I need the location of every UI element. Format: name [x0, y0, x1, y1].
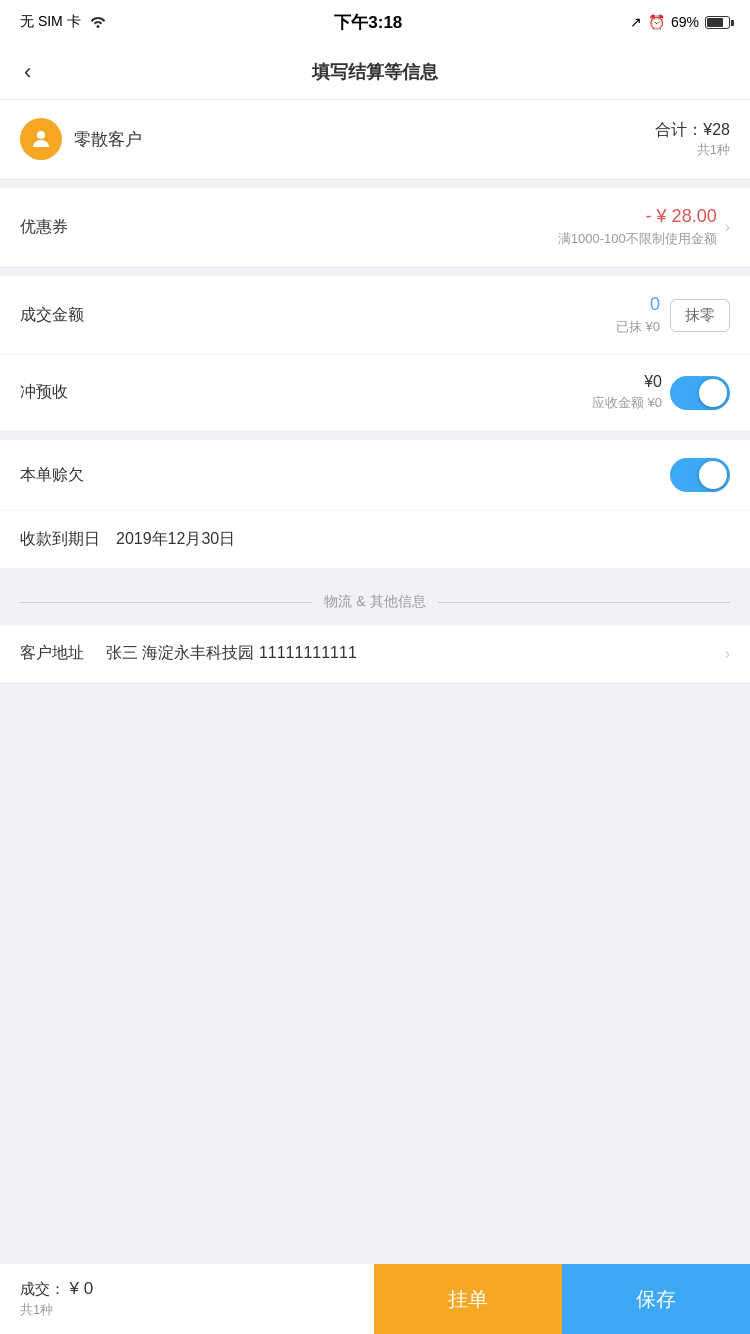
customer-name: 零散客户 [74, 128, 142, 151]
customer-section: 零散客户 合计：¥28 共1种 [0, 100, 750, 178]
prepaid-values: ¥0 应收金额 ¥0 [592, 373, 662, 412]
hang-button[interactable]: 挂单 [374, 1264, 562, 1334]
coupon-chevron-icon: › [725, 218, 730, 236]
wifi-icon [89, 14, 107, 31]
debt-section: 本单赊欠 收款到期日 2019年12月30日 [0, 440, 750, 569]
customer-left: 零散客户 [20, 118, 142, 160]
transaction-right: 0 已抹 ¥0 [616, 294, 660, 336]
status-right: ↗ ⏰ 69% [630, 14, 730, 30]
status-bar: 无 SIM 卡 下午3:18 ↗ ⏰ 69% [0, 0, 750, 44]
nav-bar: ‹ 填写结算等信息 [0, 44, 750, 100]
logistics-divider: 物流 & 其他信息 [0, 579, 750, 625]
back-button[interactable]: ‹ [16, 51, 39, 93]
prepaid-row: 冲预收 ¥0 应收金额 ¥0 [0, 355, 750, 430]
coupon-discount: - ¥ 28.00 [558, 206, 717, 227]
total-count: 共1种 [655, 141, 730, 159]
transaction-sub: 已抹 ¥0 [616, 318, 660, 336]
customer-total: 合计：¥28 共1种 [655, 120, 730, 159]
divider-line-left [20, 602, 312, 603]
content: 零散客户 合计：¥28 共1种 优惠券 - ¥ 28.00 满1000-100不… [0, 100, 750, 892]
battery-percent: 69% [671, 14, 699, 30]
transaction-label: 成交金额 [20, 305, 84, 326]
debt-right [670, 458, 730, 492]
total-amount: 合计：¥28 [655, 120, 730, 141]
status-left: 无 SIM 卡 [20, 13, 107, 31]
avatar [20, 118, 62, 160]
transaction-value-wrap: 0 已抹 ¥0 抹零 [616, 294, 730, 336]
debt-row: 本单赊欠 [0, 440, 750, 511]
prepaid-amount: ¥0 [592, 373, 662, 391]
address-chevron-icon: › [725, 645, 730, 663]
address-section[interactable]: 客户地址 张三 海淀永丰科技园 11111111111 › [0, 625, 750, 682]
address-label: 客户地址 [20, 643, 90, 664]
prepaid-sub: 应收金额 ¥0 [592, 394, 662, 412]
debt-label: 本单赊欠 [20, 465, 84, 486]
transaction-section: 成交金额 0 已抹 ¥0 抹零 冲预收 ¥0 应收金额 ¥0 [0, 276, 750, 430]
bottom-deal-label: 成交： [20, 1280, 65, 1297]
transaction-value: 0 [616, 294, 660, 315]
due-date-value: 2019年12月30日 [116, 529, 235, 550]
coupon-section[interactable]: 优惠券 - ¥ 28.00 满1000-100不限制使用金额 › [0, 188, 750, 266]
save-button[interactable]: 保存 [562, 1264, 750, 1334]
battery-icon [705, 16, 730, 29]
bottom-amount: ¥ 0 [69, 1279, 93, 1298]
divider-line-right [438, 602, 730, 603]
prepaid-toggle[interactable] [670, 376, 730, 410]
debt-toggle-knob [699, 461, 727, 489]
address-value: 张三 海淀永丰科技园 11111111111 [106, 643, 725, 664]
coupon-label: 优惠券 [20, 217, 68, 238]
bottom-count: 共1种 [20, 1301, 354, 1319]
bottom-info: 成交： ¥ 0 共1种 [0, 1279, 374, 1319]
coupon-row[interactable]: 优惠券 - ¥ 28.00 满1000-100不限制使用金额 › [0, 188, 750, 266]
bottom-bar: 成交： ¥ 0 共1种 挂单 保存 [0, 1264, 750, 1334]
coupon-sub: 满1000-100不限制使用金额 [558, 230, 717, 248]
page-title: 填写结算等信息 [312, 60, 438, 84]
prepaid-right: ¥0 应收金额 ¥0 [592, 373, 730, 412]
empty-space [0, 692, 750, 892]
address-row[interactable]: 客户地址 张三 海淀永丰科技园 11111111111 › [0, 625, 750, 682]
coupon-info: - ¥ 28.00 满1000-100不限制使用金额 [558, 206, 717, 248]
svg-point-0 [37, 131, 45, 139]
round-zero-button[interactable]: 抹零 [670, 299, 730, 332]
prepaid-label: 冲预收 [20, 382, 68, 403]
status-time: 下午3:18 [334, 11, 402, 34]
transaction-row: 成交金额 0 已抹 ¥0 抹零 [0, 276, 750, 355]
customer-row: 零散客户 合计：¥28 共1种 [0, 100, 750, 178]
due-date-row: 收款到期日 2019年12月30日 [0, 511, 750, 569]
due-date-label: 收款到期日 [20, 529, 100, 550]
debt-toggle[interactable] [670, 458, 730, 492]
toggle-knob [699, 379, 727, 407]
sim-label: 无 SIM 卡 [20, 13, 81, 31]
clock-icon: ⏰ [648, 14, 665, 30]
coupon-right: - ¥ 28.00 满1000-100不限制使用金额 › [558, 206, 730, 248]
location-icon: ↗ [630, 14, 642, 30]
logistics-label: 物流 & 其他信息 [324, 593, 425, 611]
